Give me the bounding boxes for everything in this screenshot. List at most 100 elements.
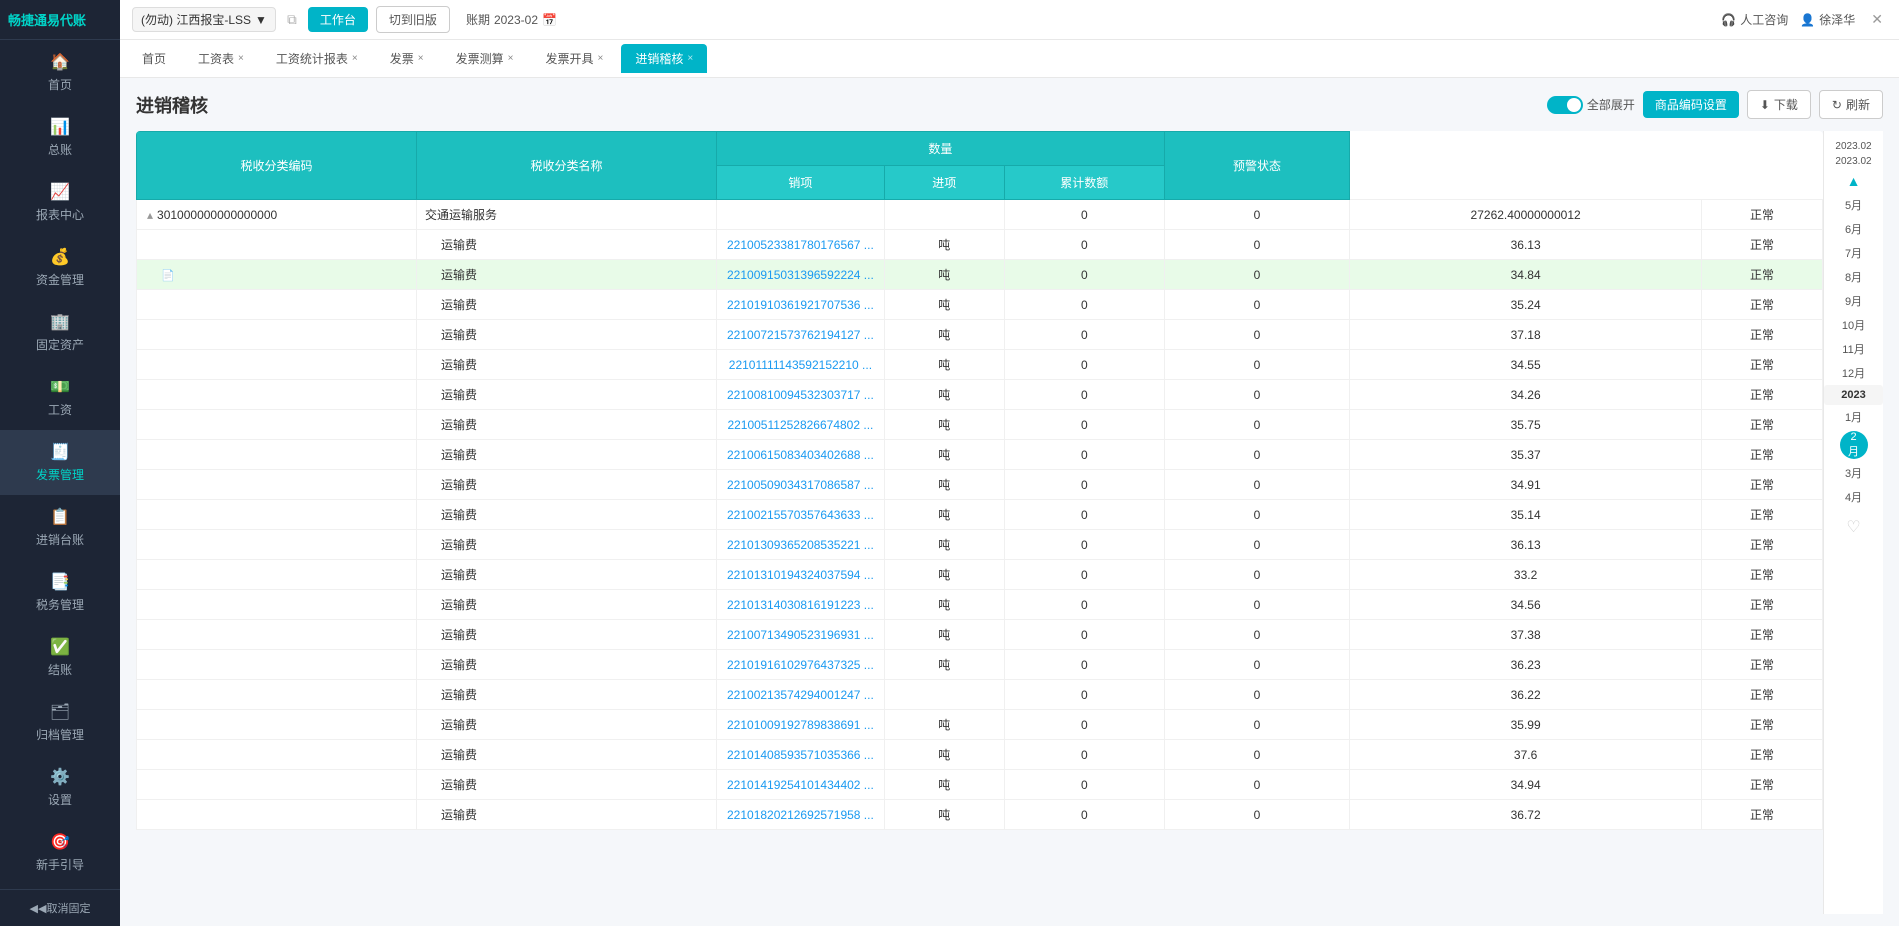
cell-invoice-no[interactable]: 22100721573762194127 ...	[717, 320, 885, 350]
tab-invoice-calc[interactable]: 发票测算 ×	[442, 44, 528, 73]
user-menu[interactable]: 👤 徐泽华	[1800, 11, 1855, 28]
tab-sales-audit[interactable]: 进销稽核 ×	[621, 44, 707, 73]
month-3[interactable]: 3月	[1824, 461, 1883, 485]
refresh-button[interactable]: ↻ 刷新	[1819, 90, 1883, 119]
sidebar-item-settings[interactable]: ⚙️ 设置	[0, 755, 120, 820]
sidebar-item-assets[interactable]: 🏢 固定资产	[0, 300, 120, 365]
cell-invoice-no[interactable]: 22101009192789838691 ...	[717, 710, 885, 740]
table-row[interactable]: 运输费22101009192789838691 ...吨0035.99正常	[137, 710, 1823, 740]
tab-close-icon[interactable]: ×	[687, 53, 693, 64]
tab-close-icon[interactable]: ×	[508, 53, 514, 64]
cell-invoice-no[interactable]: 22100713490523196931 ...	[717, 620, 885, 650]
cell-invoice-no[interactable]: 22101309365208535221 ...	[717, 530, 885, 560]
cell-invoice-no[interactable]: 22100915031396592224 ...	[717, 260, 885, 290]
table-row[interactable]: 运输费22100721573762194127 ...吨0037.18正常	[137, 320, 1823, 350]
table-row[interactable]: 运输费22101314030816191223 ...吨0034.56正常	[137, 590, 1823, 620]
table-wrapper[interactable]: 税收分类编码 税收分类名称 数量 预警状态 销项 进项 累计数额 ▴301000…	[136, 131, 1823, 914]
month-1[interactable]: 1月	[1824, 405, 1883, 429]
tab-close-icon[interactable]: ×	[597, 53, 603, 64]
table-row[interactable]: 运输费22101916102976437325 ...吨0036.23正常	[137, 650, 1823, 680]
table-row[interactable]: 运输费22100810094532303717 ...吨0034.26正常	[137, 380, 1823, 410]
refresh-icon: ↻	[1832, 98, 1842, 112]
cell-invoice-no[interactable]: 22101408593571035366 ...	[717, 740, 885, 770]
table-row[interactable]: 运输费22100511252826674802 ...吨0035.75正常	[137, 410, 1823, 440]
table-row[interactable]: 运输费22101408593571035366 ...吨0037.6正常	[137, 740, 1823, 770]
tab-close-icon[interactable]: ×	[238, 53, 244, 64]
tab-invoice[interactable]: 发票 ×	[376, 44, 438, 73]
table-row[interactable]: 运输费22100523381780176567 ...吨0036.13正常	[137, 230, 1823, 260]
cell-invoice-no[interactable]: 22100509034317086587 ...	[717, 470, 885, 500]
download-button[interactable]: ⬇ 下载	[1747, 90, 1811, 119]
cell-tax-name: 运输费	[417, 740, 717, 770]
cell-invoice-no[interactable]: 22100523381780176567 ...	[717, 230, 885, 260]
sidebar-item-sales-ledger[interactable]: 📋 进销台账	[0, 495, 120, 560]
favorite-icon[interactable]: ♡	[1846, 517, 1860, 537]
workspace-button[interactable]: 工作台	[308, 7, 368, 32]
cell-invoice-no[interactable]: 22101111143592152210 ...	[717, 350, 885, 380]
switch-version-button[interactable]: 切到旧版	[376, 6, 450, 33]
month-11[interactable]: 11月	[1824, 337, 1883, 361]
month-2-current[interactable]: 2月	[1840, 431, 1868, 459]
cell-purchase: 0	[1164, 590, 1349, 620]
sidebar-item-payroll[interactable]: 💵 工资	[0, 365, 120, 430]
sidebar-footer-pin[interactable]: ◀◀ 取消固定	[0, 889, 120, 926]
table-row[interactable]: 运输费22101419254101434402 ...吨0034.94正常	[137, 770, 1823, 800]
cell-invoice-no[interactable]: 22101419254101434402 ...	[717, 770, 885, 800]
month-10[interactable]: 10月	[1824, 313, 1883, 337]
table-row[interactable]: 运输费22100215570357643633 ...吨0035.14正常	[137, 500, 1823, 530]
table-row[interactable]: 运输费22101310194324037594 ...吨0033.2正常	[137, 560, 1823, 590]
month-12[interactable]: 12月	[1824, 361, 1883, 385]
close-window-button[interactable]: ✕	[1867, 11, 1887, 28]
table-row[interactable]: 运输费22101111143592152210 ...吨0034.55正常	[137, 350, 1823, 380]
month-6[interactable]: 6月	[1824, 217, 1883, 241]
copy-button[interactable]: ⧉	[284, 12, 300, 28]
company-selector[interactable]: (勿动) 江西报宝-LSS ▼	[132, 7, 276, 32]
sidebar-item-invoice[interactable]: 🧾 发票管理	[0, 430, 120, 495]
month-7[interactable]: 7月	[1824, 241, 1883, 265]
cell-tax-code	[137, 530, 417, 560]
settings-button[interactable]: 商品编码设置	[1643, 91, 1739, 118]
expand-toggle[interactable]	[1547, 96, 1583, 114]
cell-invoice-no[interactable]: 22101314030816191223 ...	[717, 590, 885, 620]
table-row[interactable]: 运输费22100213574294001247 ...0036.22正常	[137, 680, 1823, 710]
table-row[interactable]: 运输费22100615083403402688 ...吨0035.37正常	[137, 440, 1823, 470]
tab-payroll[interactable]: 工资表 ×	[184, 44, 258, 73]
table-row[interactable]: 运输费22101309365208535221 ...吨0036.13正常	[137, 530, 1823, 560]
cell-invoice-no[interactable]: 22100511252826674802 ...	[717, 410, 885, 440]
sidebar-item-home[interactable]: 🏠 首页	[0, 40, 120, 105]
cell-invoice-no[interactable]: 22100810094532303717 ...	[717, 380, 885, 410]
cell-invoice-no[interactable]: 22101916102976437325 ...	[717, 650, 885, 680]
sidebar-item-funds[interactable]: 💰 资金管理	[0, 235, 120, 300]
month-5[interactable]: 5月	[1824, 193, 1883, 217]
cell-invoice-no[interactable]: 22100615083403402688 ...	[717, 440, 885, 470]
sidebar-item-archive[interactable]: 🗂 归档管理	[0, 690, 120, 755]
sidebar-item-tax[interactable]: 📑 税务管理	[0, 560, 120, 625]
tab-invoice-issue[interactable]: 发票开具 ×	[531, 44, 617, 73]
tab-close-icon[interactable]: ×	[352, 53, 358, 64]
cell-invoice-no[interactable]: 22101820212692571958 ...	[717, 800, 885, 830]
cell-tax-name: 运输费	[417, 440, 717, 470]
cell-invoice-no[interactable]: 22100213574294001247 ...	[717, 680, 885, 710]
table-row[interactable]: ▴301000000000000000交通运输服务0027262.4000000…	[137, 200, 1823, 230]
cell-invoice-no[interactable]: 22101910361921707536 ...	[717, 290, 885, 320]
tab-close-icon[interactable]: ×	[418, 53, 424, 64]
tab-home[interactable]: 首页	[128, 44, 180, 73]
cell-invoice-no[interactable]: 22101310194324037594 ...	[717, 560, 885, 590]
support-link[interactable]: 🎧 人工咨询	[1721, 11, 1788, 28]
table-row[interactable]: 运输费22101910361921707536 ...吨0035.24正常	[137, 290, 1823, 320]
month-4[interactable]: 4月	[1824, 485, 1883, 509]
sidebar-item-guide[interactable]: 🎯 新手引导	[0, 820, 120, 885]
table-row[interactable]: 运输费22100509034317086587 ...吨0034.91正常	[137, 470, 1823, 500]
sidebar-item-reports[interactable]: 📈 报表中心	[0, 170, 120, 235]
table-row[interactable]: 运输费22101820212692571958 ...吨0036.72正常	[137, 800, 1823, 830]
scroll-up-button[interactable]: ▲	[1843, 169, 1865, 193]
expand-icon[interactable]: ▴	[147, 208, 153, 222]
month-8[interactable]: 8月	[1824, 265, 1883, 289]
table-row[interactable]: 📄运输费22100915031396592224 ...吨0034.84正常	[137, 260, 1823, 290]
month-9[interactable]: 9月	[1824, 289, 1883, 313]
sidebar-item-ledger[interactable]: 📊 总账	[0, 105, 120, 170]
cell-invoice-no[interactable]: 22100215570357643633 ...	[717, 500, 885, 530]
sidebar-item-close-account[interactable]: ✅ 结账	[0, 625, 120, 690]
tab-payroll-stats[interactable]: 工资统计报表 ×	[262, 44, 372, 73]
table-row[interactable]: 运输费22100713490523196931 ...吨0037.38正常	[137, 620, 1823, 650]
